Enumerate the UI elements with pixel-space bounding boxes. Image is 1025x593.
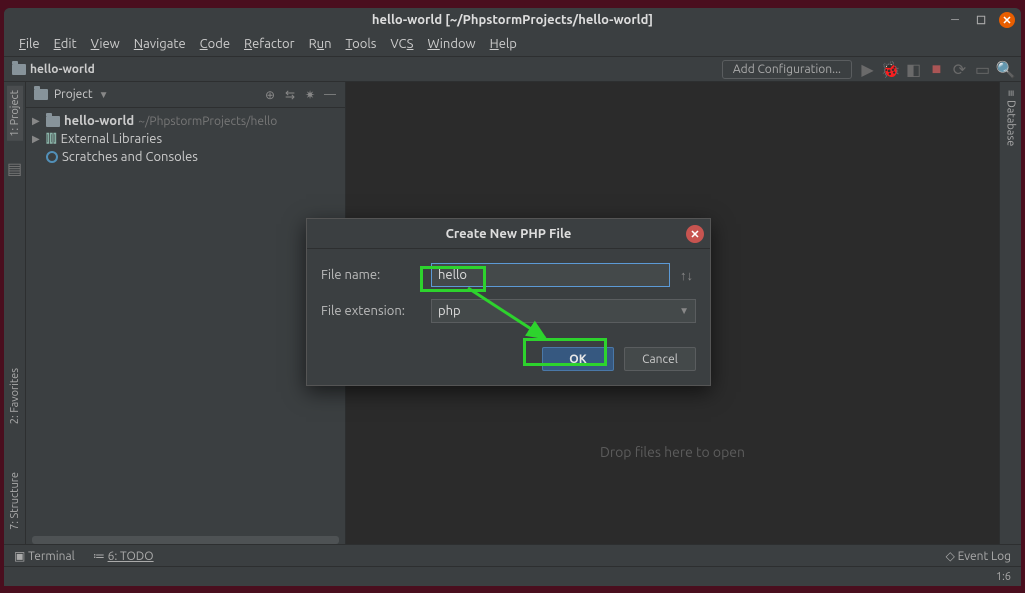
external-libraries-label: External Libraries <box>61 132 163 146</box>
tree-root-row[interactable]: ▶ hello-world ~/PhpstormProjects/hello <box>26 112 345 130</box>
breadcrumb-label: hello-world <box>30 63 95 76</box>
menu-tools[interactable]: Tools <box>341 35 382 53</box>
menu-view[interactable]: View <box>86 35 125 53</box>
arrow-collapsed-icon[interactable]: ▶ <box>32 133 42 145</box>
update-icon[interactable]: ⟳ <box>952 62 967 77</box>
arrow-expanded-icon[interactable]: ▶ <box>32 115 42 127</box>
close-window-button[interactable]: ✕ <box>999 12 1015 28</box>
hide-icon[interactable]: — <box>323 88 337 102</box>
folder-icon <box>46 116 60 127</box>
bottom-toolbar: ▣ Terminal ≔ 6: TODO ◇ Event Log <box>4 544 1021 566</box>
window-controls: ─ ☐ ✕ <box>947 12 1015 28</box>
tree-external-libraries[interactable]: ▶ ⫿⫿⫿ External Libraries <box>26 130 345 148</box>
left-tool-gutter: 1: Project ▤ 2: Favorites 7: Structure <box>4 82 26 544</box>
project-panel-header: Project ▼ ⊕ ⇆ ✷ — <box>26 82 345 108</box>
window-titlebar: hello-world [~/PhpstormProjects/hello-wo… <box>4 8 1021 32</box>
gear-icon[interactable]: ✷ <box>303 88 317 102</box>
project-tool-window: Project ▼ ⊕ ⇆ ✷ — ▶ hello-world ~/Phpsto… <box>26 82 346 544</box>
debug-icon[interactable]: 🐞 <box>883 62 898 77</box>
tab-structure[interactable]: 7: Structure <box>7 468 23 534</box>
right-tool-gutter: ≡Database <box>999 82 1021 544</box>
menu-edit[interactable]: Edit <box>49 35 82 53</box>
drop-files-hint: Drop files here to open <box>600 444 745 460</box>
search-icon[interactable]: 🔍 <box>998 62 1013 77</box>
event-log-button[interactable]: ◇ Event Log <box>946 549 1011 563</box>
status-bar: 1:6 <box>4 566 1021 586</box>
tab-todo[interactable]: ≔ 6: TODO <box>93 549 154 563</box>
scratch-icon <box>46 151 58 163</box>
extension-select[interactable]: php ▼ <box>431 299 696 323</box>
menu-window[interactable]: Window <box>422 35 480 53</box>
dialog-title: Create New PHP File <box>446 227 572 241</box>
menu-file[interactable]: File <box>14 35 45 53</box>
scratches-label: Scratches and Consoles <box>62 150 198 164</box>
project-tree[interactable]: ▶ hello-world ~/PhpstormProjects/hello ▶… <box>26 108 345 536</box>
locate-icon[interactable]: ⊕ <box>263 88 277 102</box>
menu-run[interactable]: Run <box>304 35 337 53</box>
main-menu: File Edit View Navigate Code Refactor Ru… <box>4 32 1021 56</box>
chevron-down-icon[interactable]: ▼ <box>99 89 109 101</box>
menu-refactor[interactable]: Refactor <box>239 35 300 53</box>
tree-scratches[interactable]: Scratches and Consoles <box>26 148 345 166</box>
tree-root-name: hello-world <box>64 114 134 128</box>
chevron-down-icon: ▼ <box>679 305 689 317</box>
tab-terminal[interactable]: ▣ Terminal <box>14 549 75 563</box>
cancel-button[interactable]: Cancel <box>624 347 696 371</box>
dialog-close-button[interactable]: ✕ <box>686 225 704 243</box>
project-panel-title: Project <box>54 88 93 101</box>
filename-label: File name: <box>321 268 421 282</box>
breadcrumb[interactable]: hello-world <box>12 63 95 76</box>
extension-label: File extension: <box>321 304 421 318</box>
extension-value: php <box>438 304 461 318</box>
library-icon: ⫿⫿⫿ <box>46 133 57 146</box>
folder-icon <box>12 64 26 75</box>
screen-icon[interactable]: ▭ <box>975 62 990 77</box>
navigation-toolbar: hello-world Add Configuration... ▶ 🐞 ◧ ■… <box>4 56 1021 82</box>
filename-input[interactable] <box>431 263 670 287</box>
create-new-php-file-dialog: Create New PHP File ✕ File name: ↑↓ File… <box>306 218 711 386</box>
run-icon[interactable]: ▶ <box>860 62 875 77</box>
menu-help[interactable]: Help <box>485 35 522 53</box>
stop-icon[interactable]: ■ <box>929 62 944 77</box>
ok-button[interactable]: OK <box>542 347 614 371</box>
project-files-icon[interactable]: ▤ <box>7 161 22 176</box>
sort-toggle-icon[interactable]: ↑↓ <box>680 268 696 283</box>
minimize-button[interactable]: ─ <box>947 12 963 28</box>
menu-code[interactable]: Code <box>195 35 235 53</box>
menu-navigate[interactable]: Navigate <box>129 35 191 53</box>
tab-project[interactable]: 1: Project <box>7 86 23 141</box>
tab-database[interactable]: ≡Database <box>1003 86 1019 151</box>
menu-vcs[interactable]: VCS <box>385 35 418 53</box>
folder-icon <box>34 89 48 100</box>
horizontal-scrollbar[interactable] <box>32 536 339 544</box>
tab-favorites[interactable]: 2: Favorites <box>7 364 23 428</box>
tree-root-path: ~/PhpstormProjects/hello <box>138 115 277 128</box>
expand-icon[interactable]: ⇆ <box>283 88 297 102</box>
add-configuration-button[interactable]: Add Configuration... <box>722 60 852 79</box>
window-title: hello-world [~/PhpstormProjects/hello-wo… <box>372 13 653 27</box>
dialog-titlebar: Create New PHP File ✕ <box>307 219 710 249</box>
maximize-button[interactable]: ☐ <box>973 12 989 28</box>
coverage-icon[interactable]: ◧ <box>906 62 921 77</box>
cursor-position: 1:6 <box>996 571 1011 583</box>
